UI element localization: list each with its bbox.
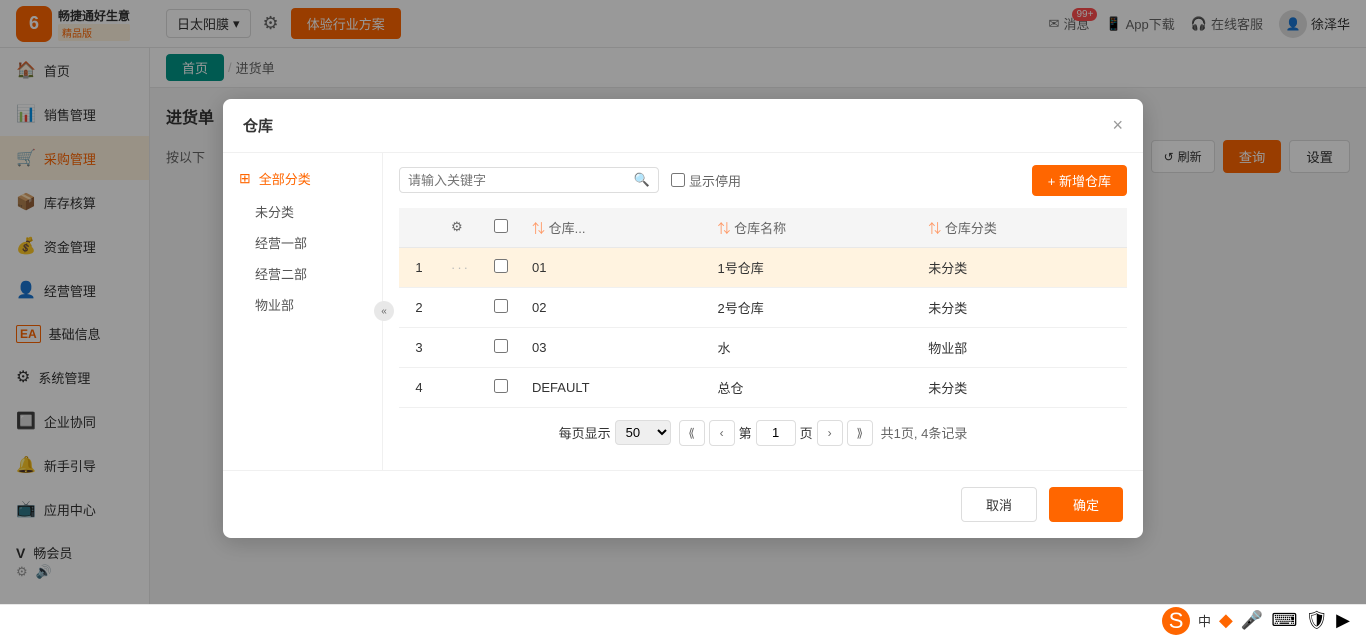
category-all-icon: ⊞ — [239, 170, 251, 187]
page-suffix: 页 — [800, 423, 813, 442]
modal-close-button[interactable]: × — [1112, 115, 1123, 136]
table-toolbar: 🔍 显示停用 + 新增仓库 — [399, 165, 1127, 196]
row-num: 4 — [399, 367, 439, 407]
row-checkbox-3[interactable] — [494, 339, 508, 353]
category-label-dept1: 经营一部 — [255, 233, 307, 252]
category-label-unclassified: 未分类 — [255, 202, 294, 221]
diamond-icon[interactable]: ◆ — [1219, 610, 1233, 631]
select-all-checkbox[interactable] — [494, 219, 508, 233]
page-label: 第 — [739, 423, 752, 442]
more-actions-icon[interactable]: ··· — [451, 260, 470, 275]
sort-icon-category: ⇅ — [928, 221, 941, 236]
category-panel: ⊞ 全部分类 未分类 经营一部 经营二部 物业部 — [223, 153, 383, 470]
per-page-selector: 每页显示 50 20 100 — [559, 420, 671, 445]
row-check — [482, 247, 520, 287]
row-num: 3 — [399, 327, 439, 367]
gear-header-icon[interactable]: ⚙ — [451, 219, 463, 234]
status-bar: S 中 ◆ 🎤 ⌨ 🛡 ▶ — [0, 604, 1366, 636]
row-name-4: 总仓 — [706, 367, 917, 407]
modal-body: ⊞ 全部分类 未分类 经营一部 经营二部 物业部 — [223, 153, 1143, 470]
category-all[interactable]: ⊞ 全部分类 — [223, 161, 382, 196]
cancel-button[interactable]: 取消 — [961, 487, 1037, 522]
row-gear — [439, 287, 482, 327]
s-middle-icon[interactable]: S — [1162, 607, 1190, 635]
category-item-dept2[interactable]: 经营二部 — [255, 258, 382, 289]
prev-page-button[interactable]: ‹ — [709, 420, 735, 446]
row-category-2: 未分类 — [916, 287, 1127, 327]
keyboard-icon[interactable]: ⌨ — [1271, 610, 1297, 631]
category-all-label: 全部分类 — [259, 169, 311, 188]
row-gear[interactable]: ··· — [439, 247, 482, 287]
page-number-input[interactable] — [756, 420, 796, 446]
search-box: 🔍 — [399, 167, 659, 193]
row-checkbox-4[interactable] — [494, 379, 508, 393]
table-row[interactable]: 4 DEFAULT 总仓 未分类 — [399, 367, 1127, 407]
col-warehouse-code: ⇅ 仓库... — [520, 208, 706, 248]
warehouse-table: ⚙ ⇅ 仓库... ⇅ — [399, 208, 1127, 408]
col-warehouse-category: ⇅ 仓库分类 — [916, 208, 1127, 248]
row-check — [482, 287, 520, 327]
per-page-select[interactable]: 50 20 100 — [615, 420, 671, 445]
category-item-property[interactable]: 物业部 — [255, 289, 382, 320]
row-gear — [439, 367, 482, 407]
row-name-3: 水 — [706, 327, 917, 367]
row-code-2: 02 — [520, 287, 706, 327]
page-navigation: ⟪ ‹ 第 页 › ⟫ — [679, 420, 873, 446]
show-disabled-label: 显示停用 — [671, 171, 741, 190]
sort-icon-code: ⇅ — [532, 221, 545, 236]
category-label-dept2: 经营二部 — [255, 264, 307, 283]
col-gear: ⚙ — [439, 208, 482, 248]
row-checkbox-2[interactable] — [494, 299, 508, 313]
category-sub-list: 未分类 经营一部 经营二部 物业部 — [223, 196, 382, 320]
col-check — [482, 208, 520, 248]
row-category-1: 未分类 — [916, 247, 1127, 287]
row-code-3: 03 — [520, 327, 706, 367]
row-category-4: 未分类 — [916, 367, 1127, 407]
row-code-1: 01 — [520, 247, 706, 287]
modal-header: 仓库 × — [223, 99, 1143, 153]
search-icon: 🔍 — [634, 172, 650, 188]
row-checkbox-1[interactable] — [494, 259, 508, 273]
row-name-2: 2号仓库 — [706, 287, 917, 327]
modal-footer: 取消 确定 — [223, 470, 1143, 538]
mic-icon[interactable]: 🎤 — [1241, 610, 1263, 631]
collapse-panel-button[interactable]: « — [374, 301, 394, 321]
modal-overlay: 仓库 × ⊞ 全部分类 未分类 经营一部 经营二部 — [0, 0, 1366, 636]
row-name-1: 1号仓库 — [706, 247, 917, 287]
table-row[interactable]: 2 02 2号仓库 未分类 — [399, 287, 1127, 327]
last-page-button[interactable]: ⟫ — [847, 420, 873, 446]
row-gear — [439, 327, 482, 367]
row-num: 1 — [399, 247, 439, 287]
add-warehouse-button[interactable]: + 新增仓库 — [1032, 165, 1127, 196]
shield-icon[interactable]: 🛡 — [1305, 610, 1328, 631]
category-label-property: 物业部 — [255, 295, 294, 314]
show-disabled-checkbox[interactable] — [671, 173, 685, 187]
sort-icon-name: ⇅ — [718, 221, 731, 236]
total-info: 共1页, 4条记录 — [881, 423, 968, 442]
col-num — [399, 208, 439, 248]
first-page-button[interactable]: ⟪ — [679, 420, 705, 446]
category-item-dept1[interactable]: 经营一部 — [255, 227, 382, 258]
pagination: 每页显示 50 20 100 ⟪ ‹ 第 页 › — [399, 408, 1127, 458]
row-code-4: DEFAULT — [520, 367, 706, 407]
row-num: 2 — [399, 287, 439, 327]
table-container: ⚙ ⇅ 仓库... ⇅ — [399, 208, 1127, 408]
table-panel: 🔍 显示停用 + 新增仓库 ⚙ — [383, 153, 1143, 470]
table-row[interactable]: 3 03 水 物业部 — [399, 327, 1127, 367]
table-header: ⚙ ⇅ 仓库... ⇅ — [399, 208, 1127, 248]
search-input[interactable] — [408, 173, 630, 188]
warehouse-modal: 仓库 × ⊞ 全部分类 未分类 经营一部 经营二部 — [223, 99, 1143, 538]
zhong-icon[interactable]: 中 — [1198, 611, 1211, 630]
table-row[interactable]: 1 ··· 01 1号仓库 未分类 — [399, 247, 1127, 287]
row-category-3: 物业部 — [916, 327, 1127, 367]
category-item-unclassified[interactable]: 未分类 — [255, 196, 382, 227]
row-check — [482, 327, 520, 367]
table-body: 1 ··· 01 1号仓库 未分类 — [399, 247, 1127, 407]
play-icon[interactable]: ▶ — [1336, 610, 1350, 631]
col-warehouse-name: ⇅ 仓库名称 — [706, 208, 917, 248]
modal-title: 仓库 — [243, 115, 273, 136]
row-check — [482, 367, 520, 407]
confirm-button[interactable]: 确定 — [1049, 487, 1123, 522]
next-page-button[interactable]: › — [817, 420, 843, 446]
